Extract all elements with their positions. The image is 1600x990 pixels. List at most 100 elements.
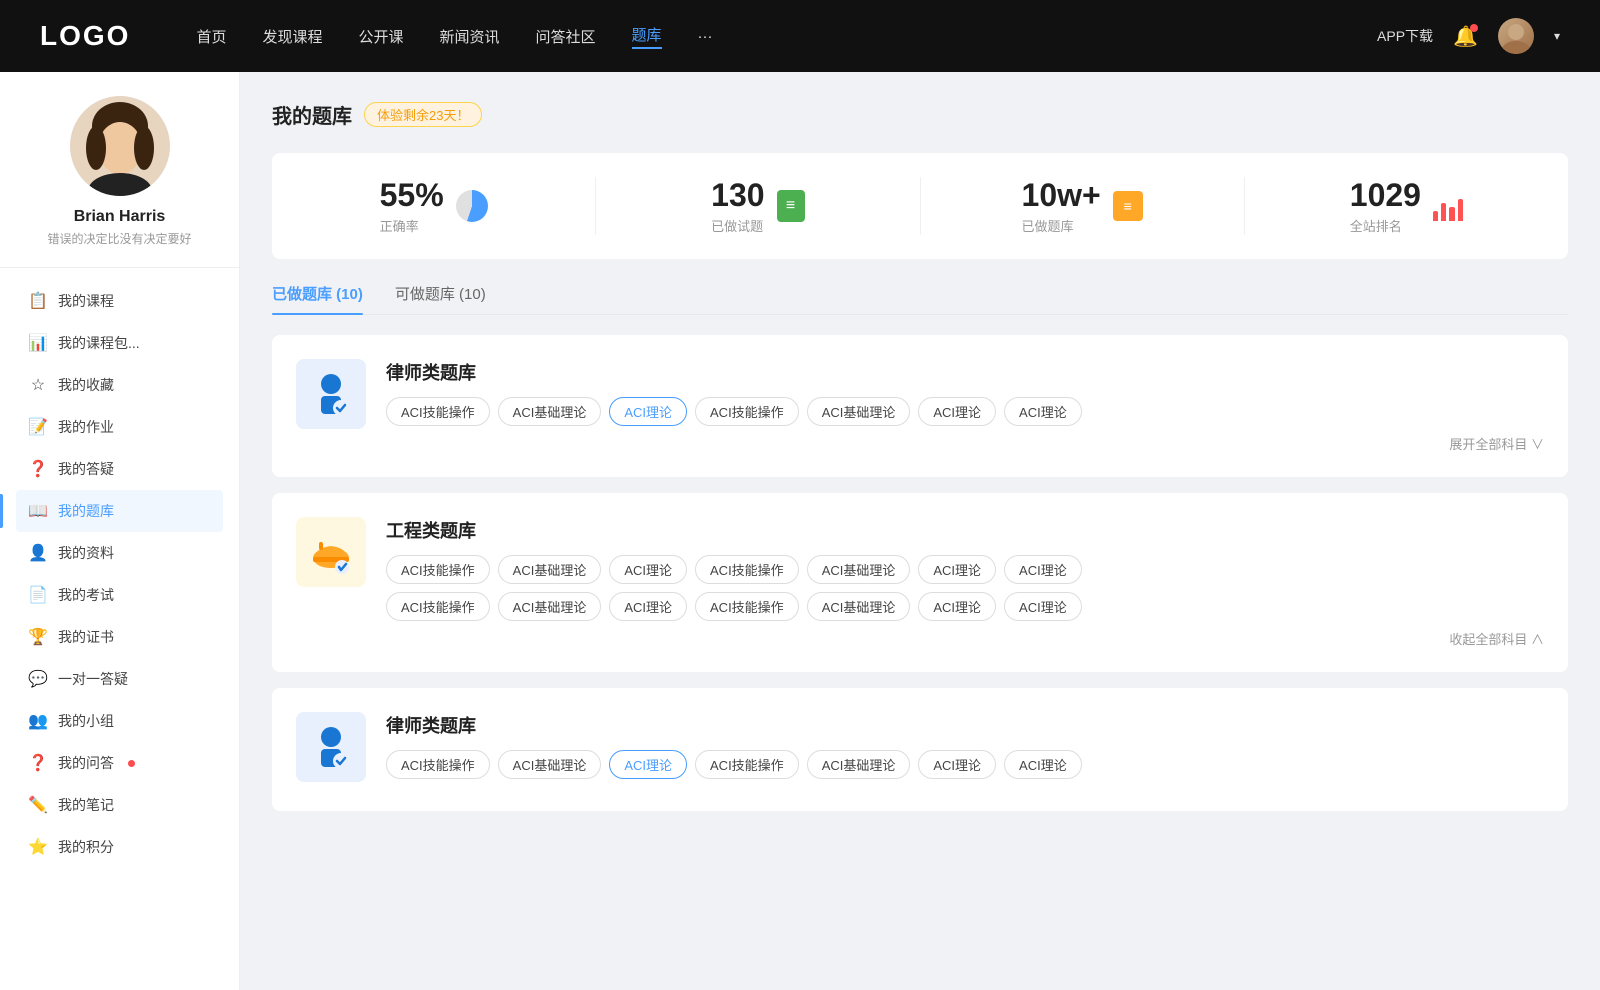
tag[interactable]: ACI理论 bbox=[918, 592, 996, 621]
tag[interactable]: ACI理论 bbox=[1004, 397, 1082, 426]
tag[interactable]: ACI理论 bbox=[1004, 592, 1082, 621]
user-dropdown-arrow[interactable]: ▾ bbox=[1554, 29, 1560, 43]
sidebar-item-exam[interactable]: 📄 我的考试 bbox=[16, 574, 223, 616]
qbank-1-icon bbox=[296, 359, 366, 429]
done-questions-icon: ≡ bbox=[777, 190, 805, 222]
nav-right: APP下载 🔔 ▾ bbox=[1377, 18, 1560, 54]
stat-rank-value: 1029 bbox=[1350, 177, 1421, 214]
tab-available[interactable]: 可做题库 (10) bbox=[395, 283, 486, 314]
stat-accuracy: 55% 正确率 bbox=[272, 177, 596, 235]
sidebar-menu: 📋 我的课程 📊 我的课程包... ☆ 我的收藏 📝 我的作业 ❓ 我的答疑 📖 bbox=[0, 280, 239, 868]
tag[interactable]: ACI理论 bbox=[1004, 750, 1082, 779]
tag[interactable]: ACI基础理论 bbox=[807, 750, 911, 779]
main-layout: Brian Harris 错误的决定比没有决定要好 📋 我的课程 📊 我的课程包… bbox=[0, 72, 1600, 990]
tag[interactable]: ACI技能操作 bbox=[386, 555, 490, 584]
qbank-1-tags: ACI技能操作 ACI基础理论 ACI理论 ACI技能操作 ACI基础理论 AC… bbox=[386, 397, 1544, 426]
sidebar-item-profile[interactable]: 👤 我的资料 bbox=[16, 532, 223, 574]
sidebar-item-qbank[interactable]: 📖 我的题库 bbox=[16, 490, 223, 532]
homework-icon: 📝 bbox=[28, 417, 48, 437]
tag[interactable]: ACI基础理论 bbox=[498, 750, 602, 779]
sidebar-item-qa[interactable]: ❓ 我的答疑 bbox=[16, 448, 223, 490]
qbank-card-2: 工程类题库 ACI技能操作 ACI基础理论 ACI理论 ACI技能操作 ACI基… bbox=[272, 493, 1568, 672]
tag[interactable]: ACI技能操作 bbox=[695, 750, 799, 779]
tag[interactable]: ACI基础理论 bbox=[807, 397, 911, 426]
nav-discover[interactable]: 发现课程 bbox=[262, 26, 322, 47]
tag[interactable]: ACI基础理论 bbox=[498, 592, 602, 621]
tag[interactable]: ACI技能操作 bbox=[695, 397, 799, 426]
rank-chart-icon bbox=[1433, 191, 1463, 221]
navbar: LOGO 首页 发现课程 公开课 新闻资讯 问答社区 题库 ··· APP下载 … bbox=[0, 0, 1600, 72]
tag[interactable]: ACI理论 bbox=[918, 397, 996, 426]
nav-open-course[interactable]: 公开课 bbox=[358, 26, 403, 47]
sidebar-item-points[interactable]: ⭐ 我的积分 bbox=[16, 826, 223, 868]
tab-done[interactable]: 已做题库 (10) bbox=[272, 283, 363, 314]
expand-link-1[interactable]: 展开全部科目 ∨ bbox=[386, 434, 1544, 453]
qbank-2-tags-row2: ACI技能操作 ACI基础理论 ACI理论 ACI技能操作 ACI基础理论 AC… bbox=[386, 592, 1544, 621]
group-icon: 👥 bbox=[28, 711, 48, 731]
nav-more[interactable]: ··· bbox=[698, 28, 713, 45]
sidebar-item-homework[interactable]: 📝 我的作业 bbox=[16, 406, 223, 448]
done-banks-icon: ≡ bbox=[1113, 191, 1143, 221]
nav-home[interactable]: 首页 bbox=[196, 26, 226, 47]
stat-banks-value: 10w+ bbox=[1022, 177, 1101, 214]
qbank-card-1: 律师类题库 ACI技能操作 ACI基础理论 ACI理论 ACI技能操作 ACI基… bbox=[272, 335, 1568, 477]
sidebar-item-course[interactable]: 📋 我的课程 bbox=[16, 280, 223, 322]
notification-bell[interactable]: 🔔 bbox=[1453, 24, 1478, 49]
tag[interactable]: ACI技能操作 bbox=[386, 397, 490, 426]
tabs: 已做题库 (10) 可做题库 (10) bbox=[272, 283, 1568, 315]
tag[interactable]: ACI基础理论 bbox=[807, 592, 911, 621]
tag[interactable]: ACI理论 bbox=[609, 555, 687, 584]
sidebar-item-notes[interactable]: ✏️ 我的笔记 bbox=[16, 784, 223, 826]
stat-done-questions: 130 已做试题 ≡ bbox=[596, 177, 920, 235]
favorites-icon: ☆ bbox=[28, 375, 48, 395]
tag[interactable]: ACI理论 bbox=[1004, 555, 1082, 584]
nav-qa[interactable]: 问答社区 bbox=[536, 26, 596, 47]
sidebar-profile: Brian Harris 错误的决定比没有决定要好 bbox=[0, 96, 239, 268]
notification-dot bbox=[1470, 24, 1478, 32]
tag[interactable]: ACI技能操作 bbox=[386, 750, 490, 779]
tag[interactable]: ACI技能操作 bbox=[695, 555, 799, 584]
qbank-icon: 📖 bbox=[28, 501, 48, 521]
qbank-2-title: 工程类题库 bbox=[386, 517, 1544, 543]
stat-done-label: 已做试题 bbox=[711, 216, 764, 235]
tag-active[interactable]: ACI理论 bbox=[609, 397, 687, 426]
trial-badge: 体验剩余23天！ bbox=[364, 102, 482, 127]
tag[interactable]: ACI技能操作 bbox=[695, 592, 799, 621]
sidebar-item-1on1[interactable]: 💬 一对一答疑 bbox=[16, 658, 223, 700]
tag[interactable]: ACI理论 bbox=[609, 592, 687, 621]
collapse-link-2[interactable]: 收起全部科目 ∧ bbox=[386, 629, 1544, 648]
1on1-icon: 💬 bbox=[28, 669, 48, 689]
qbank-2-tags-row1: ACI技能操作 ACI基础理论 ACI理论 ACI技能操作 ACI基础理论 AC… bbox=[386, 555, 1544, 584]
stat-done-banks: 10w+ 已做题库 ≡ bbox=[921, 177, 1245, 235]
nav-qbank[interactable]: 题库 bbox=[632, 24, 662, 49]
accuracy-pie-icon bbox=[456, 190, 488, 222]
course-icon: 📋 bbox=[28, 291, 48, 311]
tag[interactable]: ACI基础理论 bbox=[807, 555, 911, 584]
stat-banks-label: 已做题库 bbox=[1022, 216, 1101, 235]
app-download-button[interactable]: APP下载 bbox=[1377, 26, 1433, 46]
tag-active[interactable]: ACI理论 bbox=[609, 750, 687, 779]
stat-rank: 1029 全站排名 bbox=[1245, 177, 1568, 235]
sidebar-item-group[interactable]: 👥 我的小组 bbox=[16, 700, 223, 742]
profile-name: Brian Harris bbox=[74, 208, 166, 226]
stat-accuracy-label: 正确率 bbox=[380, 216, 444, 235]
tag[interactable]: ACI基础理论 bbox=[498, 555, 602, 584]
qbank-3-icon bbox=[296, 712, 366, 782]
tag[interactable]: ACI理论 bbox=[918, 555, 996, 584]
certificate-icon: 🏆 bbox=[28, 627, 48, 647]
sidebar-item-my-qa[interactable]: ❓ 我的问答 bbox=[16, 742, 223, 784]
profile-motto: 错误的决定比没有决定要好 bbox=[47, 230, 191, 247]
logo[interactable]: LOGO bbox=[40, 20, 130, 52]
exam-icon: 📄 bbox=[28, 585, 48, 605]
qbank-2-icon bbox=[296, 517, 366, 587]
user-avatar[interactable] bbox=[1498, 18, 1534, 54]
qbank-1-title: 律师类题库 bbox=[386, 359, 1544, 385]
tag[interactable]: ACI理论 bbox=[918, 750, 996, 779]
sidebar-item-favorites[interactable]: ☆ 我的收藏 bbox=[16, 364, 223, 406]
stat-done-value: 130 bbox=[711, 177, 764, 214]
tag[interactable]: ACI技能操作 bbox=[386, 592, 490, 621]
sidebar-item-course-package[interactable]: 📊 我的课程包... bbox=[16, 322, 223, 364]
sidebar-item-certificate[interactable]: 🏆 我的证书 bbox=[16, 616, 223, 658]
nav-news[interactable]: 新闻资讯 bbox=[440, 26, 500, 47]
tag[interactable]: ACI基础理论 bbox=[498, 397, 602, 426]
